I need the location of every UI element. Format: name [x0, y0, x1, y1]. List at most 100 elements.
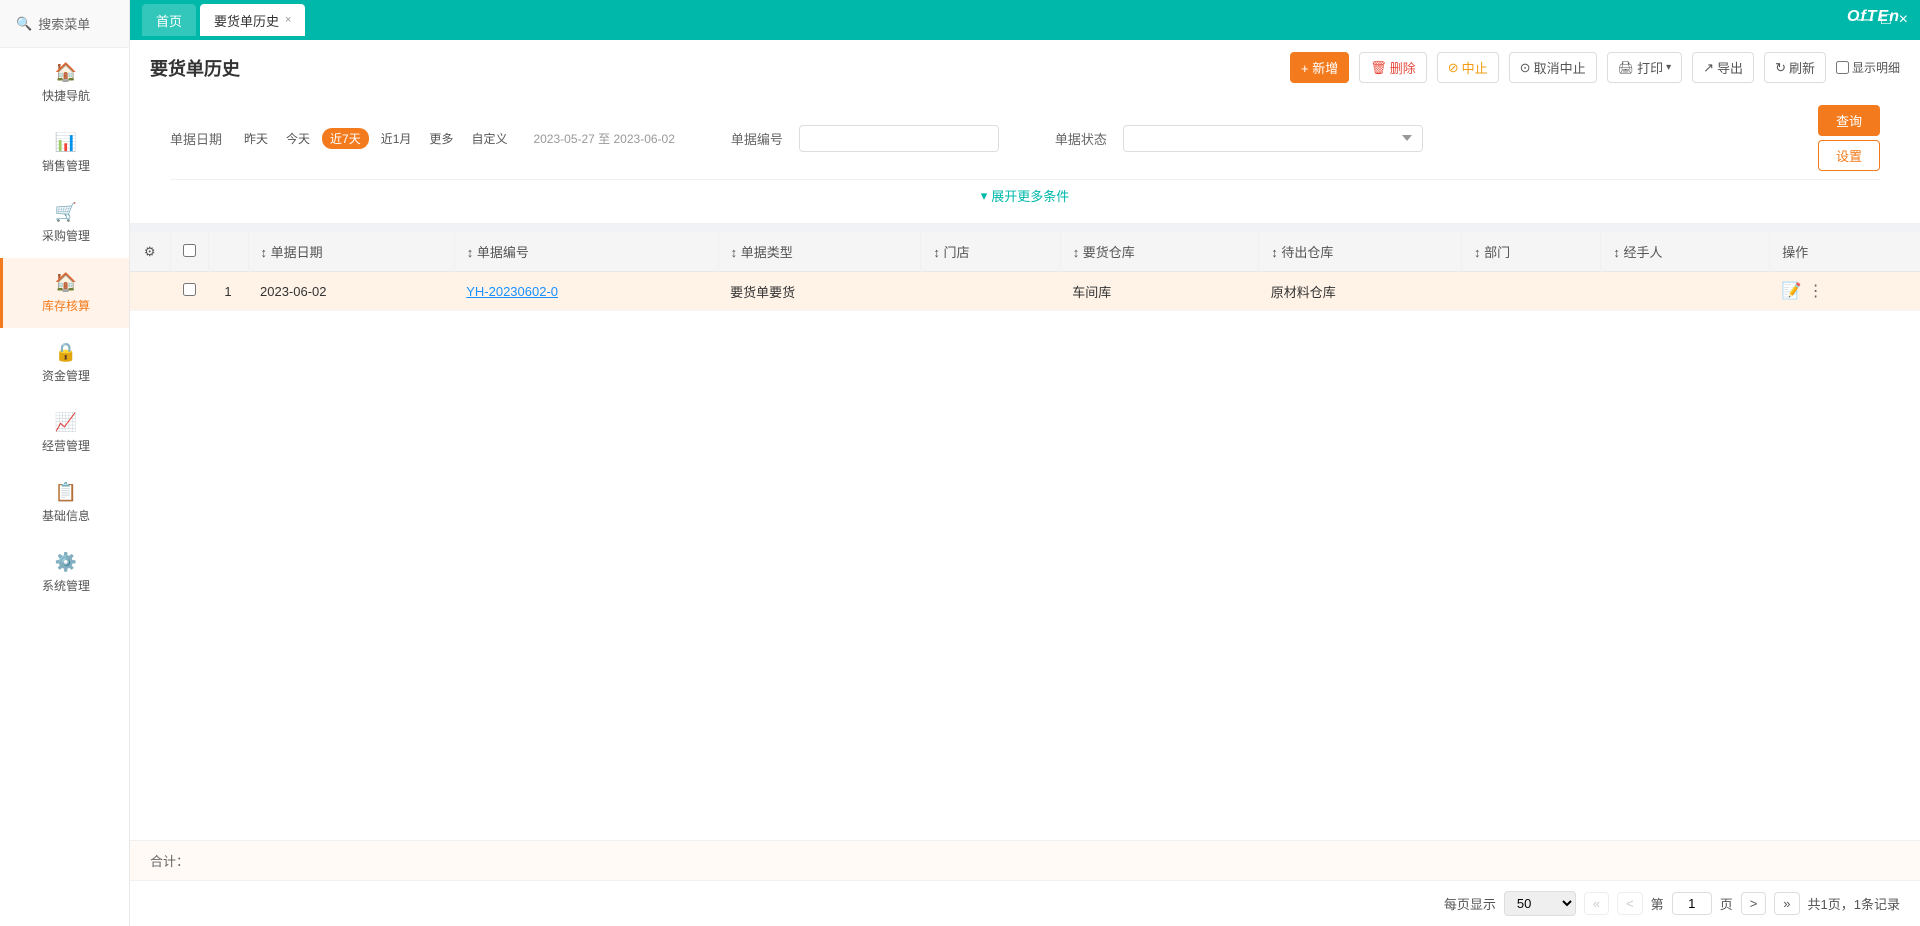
th-settings[interactable]: ⚙: [130, 232, 170, 272]
th-pending-warehouse[interactable]: ↕ 待出仓库: [1259, 232, 1462, 272]
sidebar-search-label: 搜索菜单: [38, 14, 90, 33]
th-checkbox: [170, 232, 208, 272]
prev-page-btn[interactable]: <: [1617, 892, 1643, 915]
th-req-warehouse[interactable]: ↕ 要货仓库: [1060, 232, 1259, 272]
search-icon: 🔍: [16, 16, 32, 32]
td-department: [1462, 272, 1601, 311]
date-today[interactable]: 今天: [280, 128, 316, 149]
finance-icon: 🔒: [55, 342, 77, 363]
date-custom[interactable]: 自定义: [465, 128, 513, 149]
expand-icon: ▾: [981, 188, 988, 204]
sidebar-item-system[interactable]: ⚙️ 系统管理: [0, 538, 129, 608]
table-row: 1 2023-06-02 YH-20230602-0 要货单要货 车间库 原材料…: [130, 272, 1920, 311]
th-department[interactable]: ↕ 部门: [1462, 232, 1601, 272]
show-detail-checkbox[interactable]: [1836, 61, 1849, 74]
status-select[interactable]: [1123, 125, 1423, 152]
table-footer: 合计：: [130, 840, 1920, 880]
select-all-checkbox[interactable]: [183, 244, 196, 257]
table-container: ⚙ ↕ 单据日期 ↕ 单据编号: [130, 232, 1920, 840]
first-page-btn[interactable]: «: [1584, 892, 1609, 915]
th-actions: 操作: [1770, 232, 1920, 272]
page-label: 第: [1651, 894, 1664, 913]
td-checkbox: [170, 272, 208, 311]
td-pending-warehouse: 原材料仓库: [1259, 272, 1462, 311]
th-num: [208, 232, 248, 272]
page-header: 要货单历史 + 新增 🗑 删除 ⊘ 中止 ⊙ 取消中止: [130, 40, 1920, 224]
delete-icon: 🗑: [1370, 60, 1387, 76]
stop-button[interactable]: ⊘ 中止: [1437, 52, 1499, 83]
th-type[interactable]: ↕ 单据类型: [718, 232, 921, 272]
sidebar-item-sales[interactable]: 📊 销售管理: [0, 118, 129, 188]
per-page-select[interactable]: 20 50 100: [1504, 891, 1576, 916]
settings-button[interactable]: 设置: [1818, 140, 1880, 171]
sales-icon: 📊: [55, 132, 77, 153]
sidebar-item-label: 采购管理: [42, 227, 90, 244]
date-yesterday[interactable]: 昨天: [238, 128, 274, 149]
date-shortcuts: 昨天 今天 近7天 近1月 更多 自定义: [238, 128, 513, 149]
date-filter-label: 单据日期: [170, 129, 222, 148]
new-button[interactable]: + 新增: [1290, 52, 1349, 83]
td-actions: 📝 ⋮: [1770, 272, 1920, 311]
doc-number-label: 单据编号: [731, 129, 783, 148]
row-checkbox-0[interactable]: [183, 283, 196, 296]
sidebar-item-label: 销售管理: [42, 157, 90, 174]
page-suffix: 页: [1720, 894, 1733, 913]
sidebar-item-finance[interactable]: 🔒 资金管理: [0, 328, 129, 398]
date-more[interactable]: 更多: [423, 128, 459, 149]
window-close[interactable]: ×: [1899, 11, 1908, 29]
table-header-row: ⚙ ↕ 单据日期 ↕ 单据编号: [130, 232, 1920, 272]
sidebar-search[interactable]: 🔍 搜索菜单: [0, 0, 129, 48]
sidebar-item-operations[interactable]: 📈 经营管理: [0, 398, 129, 468]
td-num: 1: [208, 272, 248, 311]
doc-number-input[interactable]: [799, 125, 999, 152]
sidebar-item-basic-info[interactable]: 📋 基础信息: [0, 468, 129, 538]
print-button[interactable]: 🖨 打印 ▾: [1607, 52, 1683, 83]
show-detail-toggle[interactable]: 显示明细: [1836, 59, 1900, 76]
th-date[interactable]: ↕ 单据日期: [248, 232, 454, 272]
action-icons: 📝 ⋮: [1782, 281, 1908, 301]
date-last7[interactable]: 近7天: [322, 128, 369, 149]
operations-icon: 📈: [55, 412, 77, 433]
tab-active[interactable]: 要货单历史 ×: [200, 4, 305, 36]
brand-logo: OfTEn: [1847, 8, 1900, 26]
next-page-btn[interactable]: >: [1741, 892, 1767, 915]
export-icon: ↗: [1703, 60, 1714, 76]
date-last-month[interactable]: 近1月: [375, 128, 418, 149]
tab-home[interactable]: 首页: [142, 4, 196, 36]
expand-more-btn[interactable]: ▾ 展开更多条件: [170, 179, 1880, 211]
sidebar-item-label: 基础信息: [42, 507, 90, 524]
system-icon: ⚙️: [55, 552, 77, 573]
th-number[interactable]: ↕ 单据编号: [454, 232, 718, 272]
sidebar-item-quick-nav[interactable]: 🏠 快捷导航: [0, 48, 129, 118]
delete-button[interactable]: 🗑 删除: [1359, 52, 1427, 83]
purchase-icon: 🛒: [55, 202, 77, 223]
tab-close-icon[interactable]: ×: [285, 14, 291, 26]
th-handler[interactable]: ↕ 经手人: [1601, 232, 1770, 272]
td-settings: [130, 272, 170, 311]
td-type: 要货单要货: [718, 272, 921, 311]
filter-row-1: 单据日期 昨天 今天 近7天 近1月 更多 自定义 2023-05-27 至 2…: [170, 105, 1880, 171]
more-icon[interactable]: ⋮: [1808, 281, 1824, 301]
th-store[interactable]: ↕ 门店: [921, 232, 1060, 272]
sidebar-item-inventory[interactable]: 🏠 库存核算: [0, 258, 129, 328]
last-page-btn[interactable]: »: [1774, 892, 1799, 915]
home-icon: 🏠: [55, 62, 77, 83]
refresh-button[interactable]: ↻ 刷新: [1764, 52, 1826, 83]
total-info: 共1页，1条记录: [1808, 894, 1900, 913]
edit-icon[interactable]: 📝: [1782, 281, 1802, 301]
cancel-stop-button[interactable]: ⊙ 取消中止: [1509, 52, 1597, 83]
sidebar-item-label: 资金管理: [42, 367, 90, 384]
footer-total-label: 合计：: [150, 854, 189, 869]
page-number-input[interactable]: [1672, 892, 1712, 915]
td-date: 2023-06-02: [248, 272, 454, 311]
export-button[interactable]: ↗ 导出: [1692, 52, 1754, 83]
sidebar-item-purchase[interactable]: 🛒 采购管理: [0, 188, 129, 258]
doc-number-link[interactable]: YH-20230602-0: [466, 284, 558, 299]
sidebar-item-label: 系统管理: [42, 577, 90, 594]
content-area: 要货单历史 + 新增 🗑 删除 ⊘ 中止 ⊙ 取消中止: [130, 40, 1920, 926]
query-button[interactable]: 查询: [1818, 105, 1880, 136]
stop-icon: ⊘: [1448, 60, 1459, 76]
sidebar: 🔍 搜索菜单 🏠 快捷导航 📊 销售管理 🛒 采购管理 🏠 库存核算 🔒 资金管…: [0, 0, 130, 926]
page-title-row: 要货单历史 + 新增 🗑 删除 ⊘ 中止 ⊙ 取消中止: [150, 52, 1900, 83]
toolbar: + 新增 🗑 删除 ⊘ 中止 ⊙ 取消中止 🖨 打: [1290, 52, 1900, 83]
